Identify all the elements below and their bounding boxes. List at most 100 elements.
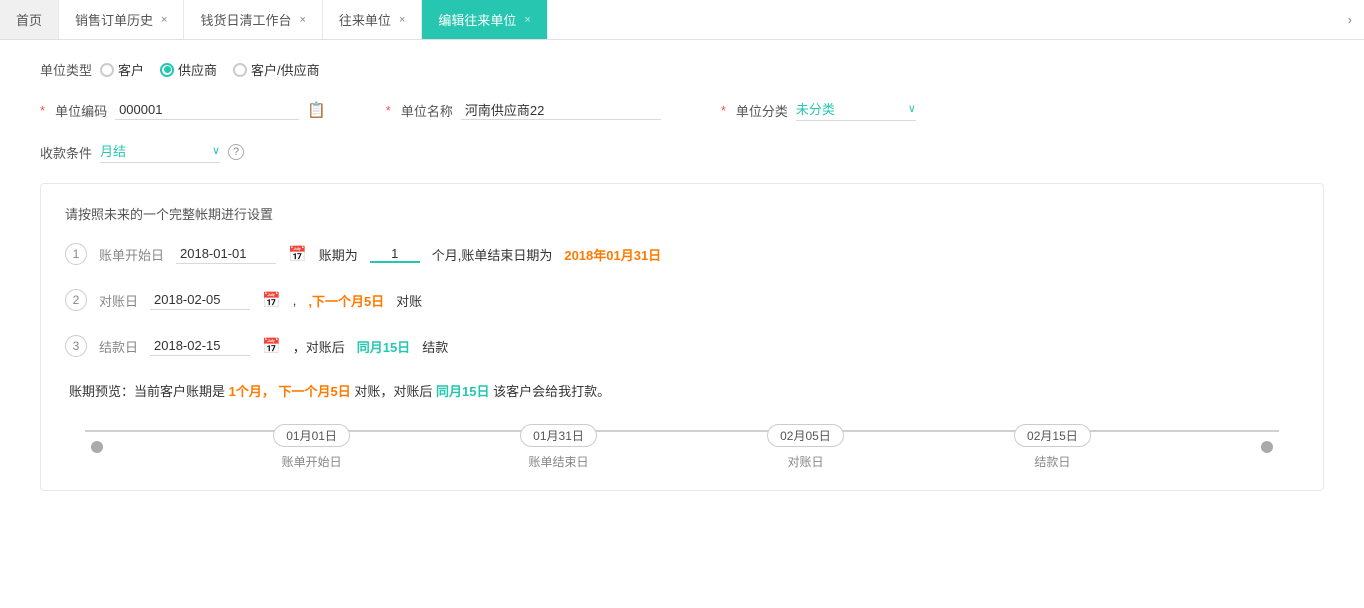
step-3-calendar-icon[interactable]: 📅	[262, 337, 281, 355]
timeline-label-1: 账单开始日	[282, 453, 342, 470]
step-2-highlight: ,下一个月5日	[308, 291, 384, 310]
card-title: 请按照未来的一个完整帐期进行设置	[65, 204, 1299, 223]
unit-type-group: 单位类型 客户 供应商 客户/供应商	[40, 60, 320, 79]
step-1-month-input[interactable]	[370, 246, 420, 263]
timeline-node-4: 02月15日 结款日	[1014, 424, 1091, 470]
payment-terms-value: 月结	[100, 141, 208, 160]
timeline-start-dot	[91, 441, 103, 453]
timeline-end-dot	[1261, 441, 1273, 453]
tab-partner-close[interactable]: ×	[399, 14, 405, 26]
step-1-row: 1 账单开始日 📅 账期为 个月,账单结束日期为 2018年01月31日	[65, 243, 1299, 265]
tab-bar: 首页 销售订单历史 × 钱货日清工作台 × 往来单位 × 编辑往来单位 × ›	[0, 0, 1364, 40]
tab-cash-work[interactable]: 钱货日清工作台 ×	[184, 0, 322, 39]
step-3-label: 结款日	[99, 337, 138, 356]
unit-category-chevron-icon: ∨	[908, 102, 916, 115]
step-2-row: 2 对账日 📅 , ,下一个月5日 对账	[65, 289, 1299, 311]
timeline-badge-1: 01月01日	[273, 424, 350, 447]
radio-supplier-label: 供应商	[178, 60, 217, 79]
unit-category-required: *	[721, 103, 726, 118]
step-2-date-input[interactable]	[150, 290, 250, 310]
timeline-badge-3: 02月05日	[767, 424, 844, 447]
radio-customer-circle	[100, 63, 114, 77]
step-1-end-date: 2018年01月31日	[564, 245, 661, 264]
unit-name-required: *	[386, 103, 391, 118]
step-2-number: 2	[65, 289, 87, 311]
chevron-right-icon: ›	[1348, 12, 1352, 27]
step-1-date-input[interactable]	[176, 244, 276, 264]
step-2-label: 对账日	[99, 291, 138, 310]
step-3-date-input[interactable]	[150, 336, 250, 356]
unit-code-calendar-icon[interactable]: 📋	[307, 101, 326, 119]
tab-more-button[interactable]: ›	[1336, 0, 1364, 39]
unit-code-required: *	[40, 103, 45, 118]
payment-terms-label: 收款条件	[40, 143, 92, 162]
timeline-label-2: 账单结束日	[529, 453, 589, 470]
tab-sales-history-label: 销售订单历史	[75, 10, 153, 29]
preview-5: 该客户会给我打款。	[493, 384, 610, 399]
payment-terms-row: 收款条件 月结 ∨ ?	[40, 141, 1324, 163]
payment-terms-chevron-icon: ∨	[212, 144, 220, 157]
step-1-month-suffix: 个月,账单结束日期为	[432, 245, 553, 264]
unit-category-select[interactable]: 未分类 ∨	[796, 99, 916, 121]
radio-group-unit-type: 客户 供应商 客户/供应商	[100, 60, 320, 79]
unit-info-row: * 单位编码 📋 * 单位名称 * 单位分类 未分类 ∨	[40, 99, 1324, 121]
step-3-suffix-before: ，对账后	[293, 337, 345, 356]
step-2-calendar-icon[interactable]: 📅	[262, 291, 281, 309]
step-3-number: 3	[65, 335, 87, 357]
tab-edit-partner-label: 编辑往来单位	[438, 10, 516, 29]
preview-2: 下一个月5日	[279, 384, 351, 399]
unit-code-input[interactable]	[115, 100, 299, 120]
radio-supplier-circle	[160, 63, 174, 77]
radio-customer-label: 客户	[118, 60, 144, 79]
unit-category-group: * 单位分类 未分类 ∨	[721, 99, 916, 121]
preview-bar: 账期预览：当前客户账期是 1个月， 下一个月5日 对账，对账后 同月15日 该客…	[65, 381, 1299, 400]
settings-card: 请按照未来的一个完整帐期进行设置 1 账单开始日 📅 账期为 个月,账单结束日期…	[40, 183, 1324, 491]
unit-type-row: 单位类型 客户 供应商 客户/供应商	[40, 60, 1324, 79]
step-1-label: 账单开始日	[99, 245, 164, 264]
unit-name-group: * 单位名称	[386, 100, 661, 120]
step-2-suffix-after: 对账	[396, 291, 422, 310]
tab-edit-partner[interactable]: 编辑往来单位 ×	[422, 0, 547, 39]
step-3-row: 3 结款日 📅 ，对账后 同月15日 结款	[65, 335, 1299, 357]
payment-terms-group: 收款条件 月结 ∨ ?	[40, 141, 244, 163]
preview-4: 同月15日	[436, 384, 489, 399]
timeline-container: 01月01日 账单开始日 01月31日 账单结束日 02月05日 对账日 02月…	[65, 424, 1299, 470]
step-1-calendar-icon[interactable]: 📅	[288, 245, 307, 263]
radio-supplier[interactable]: 供应商	[160, 60, 217, 79]
tab-sales-history-close[interactable]: ×	[161, 14, 167, 26]
preview-1month: 1个月，	[229, 384, 275, 399]
tab-partner-label: 往来单位	[339, 10, 391, 29]
payment-terms-help-icon[interactable]: ?	[228, 144, 244, 160]
step-2-suffix-before: ,	[293, 293, 297, 308]
step-3-suffix-after: 结款	[422, 337, 448, 356]
tab-home[interactable]: 首页	[0, 0, 59, 39]
timeline-node-2: 01月31日 账单结束日	[520, 424, 597, 470]
step-3-highlight: 同月15日	[357, 337, 410, 356]
unit-type-label: 单位类型	[40, 60, 92, 79]
radio-both-circle	[233, 63, 247, 77]
tab-cash-work-close[interactable]: ×	[299, 14, 305, 26]
tab-cash-work-label: 钱货日清工作台	[200, 10, 291, 29]
tab-edit-partner-close[interactable]: ×	[524, 14, 530, 26]
unit-code-label: 单位编码	[55, 101, 107, 120]
payment-terms-select[interactable]: 月结 ∨	[100, 141, 220, 163]
timeline-badge-4: 02月15日	[1014, 424, 1091, 447]
step-1-number: 1	[65, 243, 87, 265]
tab-home-label: 首页	[16, 10, 42, 29]
tab-sales-history[interactable]: 销售订单历史 ×	[59, 0, 184, 39]
unit-name-label: 单位名称	[401, 101, 453, 120]
timeline-node-1: 01月01日 账单开始日	[273, 424, 350, 470]
tab-partner[interactable]: 往来单位 ×	[323, 0, 422, 39]
unit-code-group: * 单位编码 📋	[40, 100, 326, 120]
step-1-suffix-label: 账期为	[319, 245, 358, 264]
radio-both[interactable]: 客户/供应商	[233, 60, 320, 79]
timeline-label-3: 对账日	[787, 453, 823, 470]
timeline-row: 01月01日 账单开始日 01月31日 账单结束日 02月05日 对账日 02月…	[85, 424, 1279, 470]
unit-name-input[interactable]	[461, 100, 661, 120]
unit-category-label: 单位分类	[736, 101, 788, 120]
preview-3: 对账，对账后	[354, 384, 432, 399]
content-area: 单位类型 客户 供应商 客户/供应商 * 单位编码	[0, 40, 1364, 608]
radio-customer[interactable]: 客户	[100, 60, 144, 79]
timeline-node-3: 02月05日 对账日	[767, 424, 844, 470]
timeline-badge-2: 01月31日	[520, 424, 597, 447]
